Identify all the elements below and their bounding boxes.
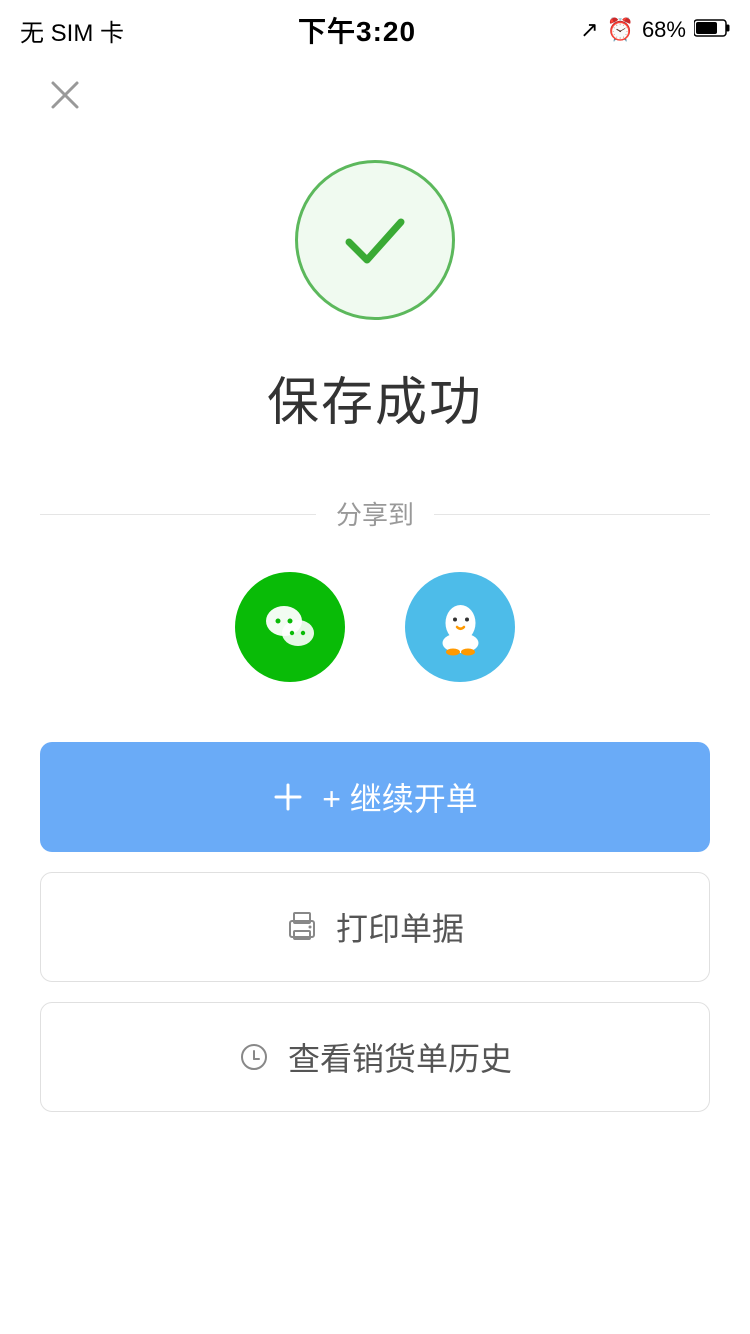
wechat-share-button[interactable] — [235, 572, 345, 682]
continue-button[interactable]: + 继续开单 — [40, 742, 710, 852]
share-section: 分享到 — [0, 495, 750, 682]
battery-icon — [694, 17, 730, 43]
history-label: 查看销货单历史 — [288, 1034, 512, 1080]
continue-label: + 继续开单 — [322, 774, 478, 820]
status-bar: 无 SIM 卡 下午3:20 ↗ ⏰ 68% — [0, 0, 750, 60]
close-button[interactable] — [40, 70, 90, 120]
main-content: 保存成功 分享到 — [0, 60, 750, 1112]
print-label: 打印单据 — [336, 904, 464, 950]
status-time: 下午3:20 — [298, 10, 416, 50]
status-right: ↗ ⏰ 68% — [580, 17, 730, 43]
status-left: 无 SIM 卡 — [20, 13, 134, 48]
qq-share-button[interactable] — [405, 572, 515, 682]
share-label: 分享到 — [316, 495, 434, 532]
carrier-text: 无 SIM 卡 — [20, 13, 124, 48]
battery-text: 68% — [642, 17, 686, 43]
location-icon: ↗ — [580, 17, 598, 43]
share-divider: 分享到 — [0, 495, 750, 532]
print-button[interactable]: 打印单据 — [40, 872, 710, 982]
history-button[interactable]: 查看销货单历史 — [40, 1002, 710, 1112]
success-title: 保存成功 — [267, 360, 483, 435]
success-circle — [295, 160, 455, 320]
actions: + 继续开单 打印单据 查看销货单历史 — [0, 742, 750, 1112]
alarm-icon: ⏰ — [607, 17, 634, 43]
share-icons — [235, 572, 515, 682]
